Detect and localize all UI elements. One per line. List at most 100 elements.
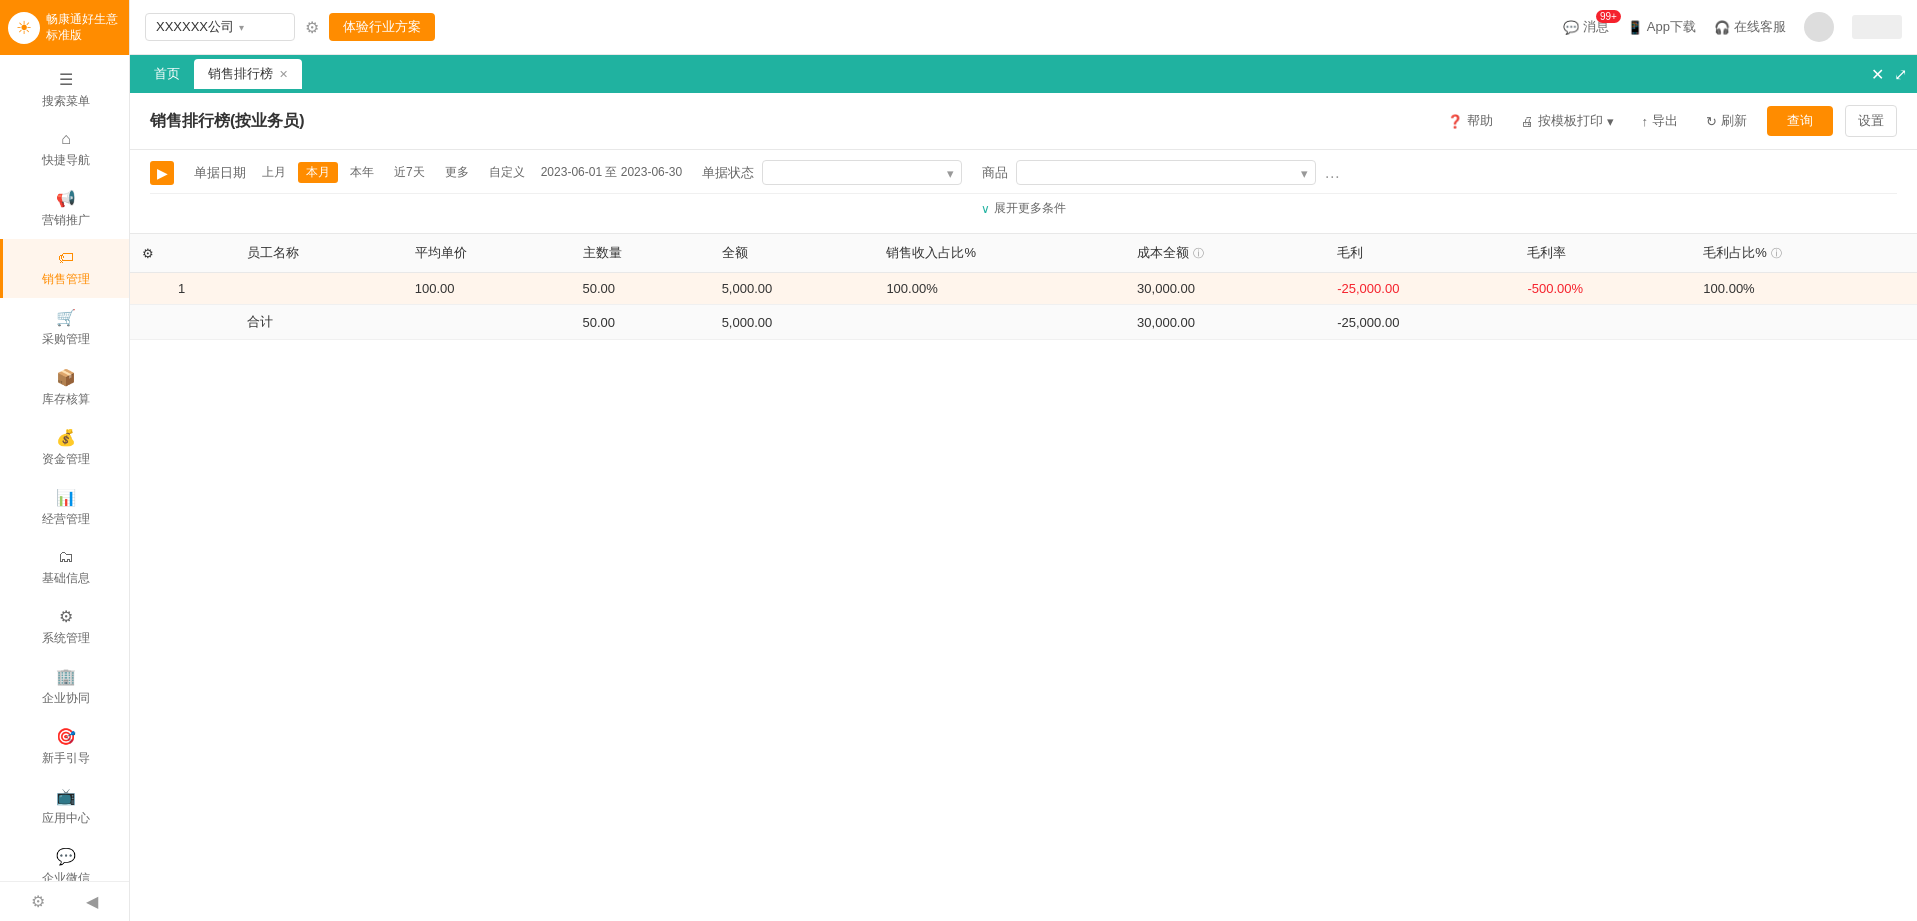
template-print-label: 按模板打印 bbox=[1538, 112, 1603, 130]
template-print-button[interactable]: 🖨 按模板打印 ▾ bbox=[1513, 108, 1622, 134]
nav-label-purchase: 采购管理 bbox=[42, 331, 90, 348]
th-amount: 全额 bbox=[710, 234, 875, 273]
refresh-icon: ↻ bbox=[1706, 114, 1717, 129]
sidebar-item-base-info[interactable]: 🗂 基础信息 bbox=[0, 538, 129, 597]
message-badge: 99+ bbox=[1596, 10, 1621, 23]
goods-filter: 商品 … bbox=[982, 160, 1340, 185]
query-button[interactable]: 查询 bbox=[1767, 106, 1833, 136]
tab-home-label: 首页 bbox=[154, 65, 180, 83]
tab-sales-rank[interactable]: 销售排行榜 ✕ bbox=[194, 59, 302, 89]
th-settings[interactable]: ⚙ bbox=[130, 234, 166, 273]
topbar-right: 💬 消息 99+ 📱 App下载 🎧 在线客服 bbox=[1563, 12, 1902, 42]
nav-label-search-order: 搜索菜单 bbox=[42, 93, 90, 110]
date-tab-custom[interactable]: 自定义 bbox=[481, 162, 533, 183]
sidebar-item-app-center[interactable]: 📺 应用中心 bbox=[0, 777, 129, 837]
th-gross-pct: 毛利占比% ⓘ bbox=[1691, 234, 1917, 273]
footer-sales-pct bbox=[874, 305, 1125, 340]
cell-cost: 30,000.00 bbox=[1125, 273, 1325, 305]
th-gross-rate: 毛利率 bbox=[1515, 234, 1691, 273]
template-print-arrow: ▾ bbox=[1607, 114, 1614, 129]
nav-label-enterprise: 企业协同 bbox=[42, 690, 90, 707]
company-name: XXXXXX公司 bbox=[156, 18, 234, 36]
th-gross: 毛利 bbox=[1325, 234, 1515, 273]
date-tab-7days[interactable]: 近7天 bbox=[386, 162, 433, 183]
tab-expand-icon[interactable]: ⤢ bbox=[1894, 65, 1907, 84]
tab-sales-rank-label: 销售排行榜 bbox=[208, 65, 273, 83]
sidebar-item-inventory[interactable]: 📦 库存核算 bbox=[0, 358, 129, 418]
cell-main-qty: 50.00 bbox=[571, 273, 710, 305]
company-arrow-icon: ▾ bbox=[239, 22, 244, 33]
cost-help-icon[interactable]: ⓘ bbox=[1193, 247, 1204, 259]
cell-gross-rate: -500.00% bbox=[1515, 273, 1691, 305]
date-tab-year[interactable]: 本年 bbox=[342, 162, 382, 183]
th-avg-price: 平均单价 bbox=[403, 234, 571, 273]
date-tab-current-month[interactable]: 本月 bbox=[298, 162, 338, 183]
status-select[interactable] bbox=[762, 160, 962, 185]
page-content: 销售排行榜(按业务员) ❓ 帮助 🖨 按模板打印 ▾ ↑ 导出 ↻ 刷新 bbox=[130, 93, 1917, 921]
sidebar-item-marketing[interactable]: 📢 营销推广 bbox=[0, 179, 129, 239]
gear-icon-small[interactable]: ⚙ bbox=[142, 246, 154, 261]
nav-label-quick-nav: 快捷导航 bbox=[42, 152, 90, 169]
nav-icon-inventory: 📦 bbox=[56, 368, 76, 387]
sidebar-item-guide[interactable]: 🎯 新手引导 bbox=[0, 717, 129, 777]
sidebar-settings-btn[interactable]: ⚙ bbox=[31, 892, 45, 911]
sidebar-item-operations[interactable]: 📊 经营管理 bbox=[0, 478, 129, 538]
date-tabs: 上月 本月 本年 近7天 更多 自定义 bbox=[254, 162, 533, 183]
filter-toggle-btn[interactable]: ▶ bbox=[150, 161, 174, 185]
sidebar-item-purchase[interactable]: 🛒 采购管理 bbox=[0, 298, 129, 358]
nav-label-marketing: 营销推广 bbox=[42, 212, 90, 229]
sidebar-item-enterprise[interactable]: 🏢 企业协同 bbox=[0, 657, 129, 717]
th-sales-pct: 销售收入占比% bbox=[874, 234, 1125, 273]
app-download-label: App下载 bbox=[1647, 18, 1696, 36]
trial-button[interactable]: 体验行业方案 bbox=[329, 13, 435, 41]
sidebar-collapse-btn[interactable]: ◀ bbox=[86, 892, 98, 911]
sidebar-item-wechat[interactable]: 💬 企业微信 bbox=[0, 837, 129, 881]
page-header: 销售排行榜(按业务员) ❓ 帮助 🖨 按模板打印 ▾ ↑ 导出 ↻ 刷新 bbox=[130, 93, 1917, 150]
message-action[interactable]: 💬 消息 99+ bbox=[1563, 18, 1609, 36]
expand-more-btn[interactable]: ∨ 展开更多条件 bbox=[981, 200, 1066, 217]
company-select[interactable]: XXXXXX公司 ▾ bbox=[145, 13, 295, 41]
goods-more-icon[interactable]: … bbox=[1324, 164, 1340, 182]
sidebar-item-quick-nav[interactable]: ⌂ 快捷导航 bbox=[0, 120, 129, 179]
tab-home[interactable]: 首页 bbox=[140, 59, 194, 89]
th-employee: 员工名称 bbox=[235, 234, 403, 273]
online-service-action[interactable]: 🎧 在线客服 bbox=[1714, 18, 1786, 36]
nav-label-base-info: 基础信息 bbox=[42, 570, 90, 587]
export-icon: ↑ bbox=[1642, 114, 1649, 129]
user-avatar[interactable] bbox=[1804, 12, 1834, 42]
gross-pct-help-icon[interactable]: ⓘ bbox=[1771, 247, 1782, 259]
cell-avg-price: 100.00 bbox=[403, 273, 571, 305]
date-tab-more[interactable]: 更多 bbox=[437, 162, 477, 183]
tab-close-all-icon[interactable]: ✕ bbox=[1871, 65, 1884, 84]
help-label: 帮助 bbox=[1467, 112, 1493, 130]
help-button[interactable]: ❓ 帮助 bbox=[1439, 108, 1501, 134]
status-select-wrapper bbox=[762, 160, 962, 185]
filter-row-1: ▶ 单据日期 上月 本月 本年 近7天 更多 自定义 2023-06-01 至 … bbox=[150, 160, 1897, 185]
export-button[interactable]: ↑ 导出 bbox=[1634, 108, 1687, 134]
page-actions: ❓ 帮助 🖨 按模板打印 ▾ ↑ 导出 ↻ 刷新 查询 设置 bbox=[1439, 105, 1898, 137]
date-label: 单据日期 bbox=[194, 164, 246, 182]
table-header: ⚙ 员工名称 平均单价 主数量 全额 销售收入占比% 成本全额 ⓘ 毛利 毛利率 bbox=[130, 234, 1917, 273]
nav-label-sales: 销售管理 bbox=[42, 271, 90, 288]
logo-icon: ☀ bbox=[8, 12, 40, 44]
nav-icon-enterprise: 🏢 bbox=[56, 667, 76, 686]
app-download-action[interactable]: 📱 App下载 bbox=[1627, 18, 1696, 36]
nav-icon-quick-nav: ⌂ bbox=[61, 130, 71, 148]
sidebar-item-finance[interactable]: 💰 资金管理 bbox=[0, 418, 129, 478]
settings-button[interactable]: 设置 bbox=[1845, 105, 1897, 137]
sidebar-item-system[interactable]: ⚙ 系统管理 bbox=[0, 597, 129, 657]
topbar-gear-icon[interactable]: ⚙ bbox=[305, 18, 319, 37]
nav-label-system: 系统管理 bbox=[42, 630, 90, 647]
date-tab-last-month[interactable]: 上月 bbox=[254, 162, 294, 183]
refresh-button[interactable]: ↻ 刷新 bbox=[1698, 108, 1755, 134]
status-filter: 单据状态 bbox=[702, 160, 962, 185]
user-name-area bbox=[1852, 15, 1902, 39]
footer-label: 合计 bbox=[235, 305, 403, 340]
footer-main-qty: 50.00 bbox=[571, 305, 710, 340]
sidebar-item-search-order[interactable]: ☰ 搜索菜单 bbox=[0, 60, 129, 120]
sidebar-item-sales[interactable]: 🏷 销售管理 bbox=[0, 239, 129, 298]
tab-sales-rank-close-icon[interactable]: ✕ bbox=[279, 68, 288, 81]
expand-row: ∨ 展开更多条件 bbox=[150, 193, 1897, 223]
goods-select[interactable] bbox=[1016, 160, 1316, 185]
footer-gross-pct bbox=[1691, 305, 1917, 340]
